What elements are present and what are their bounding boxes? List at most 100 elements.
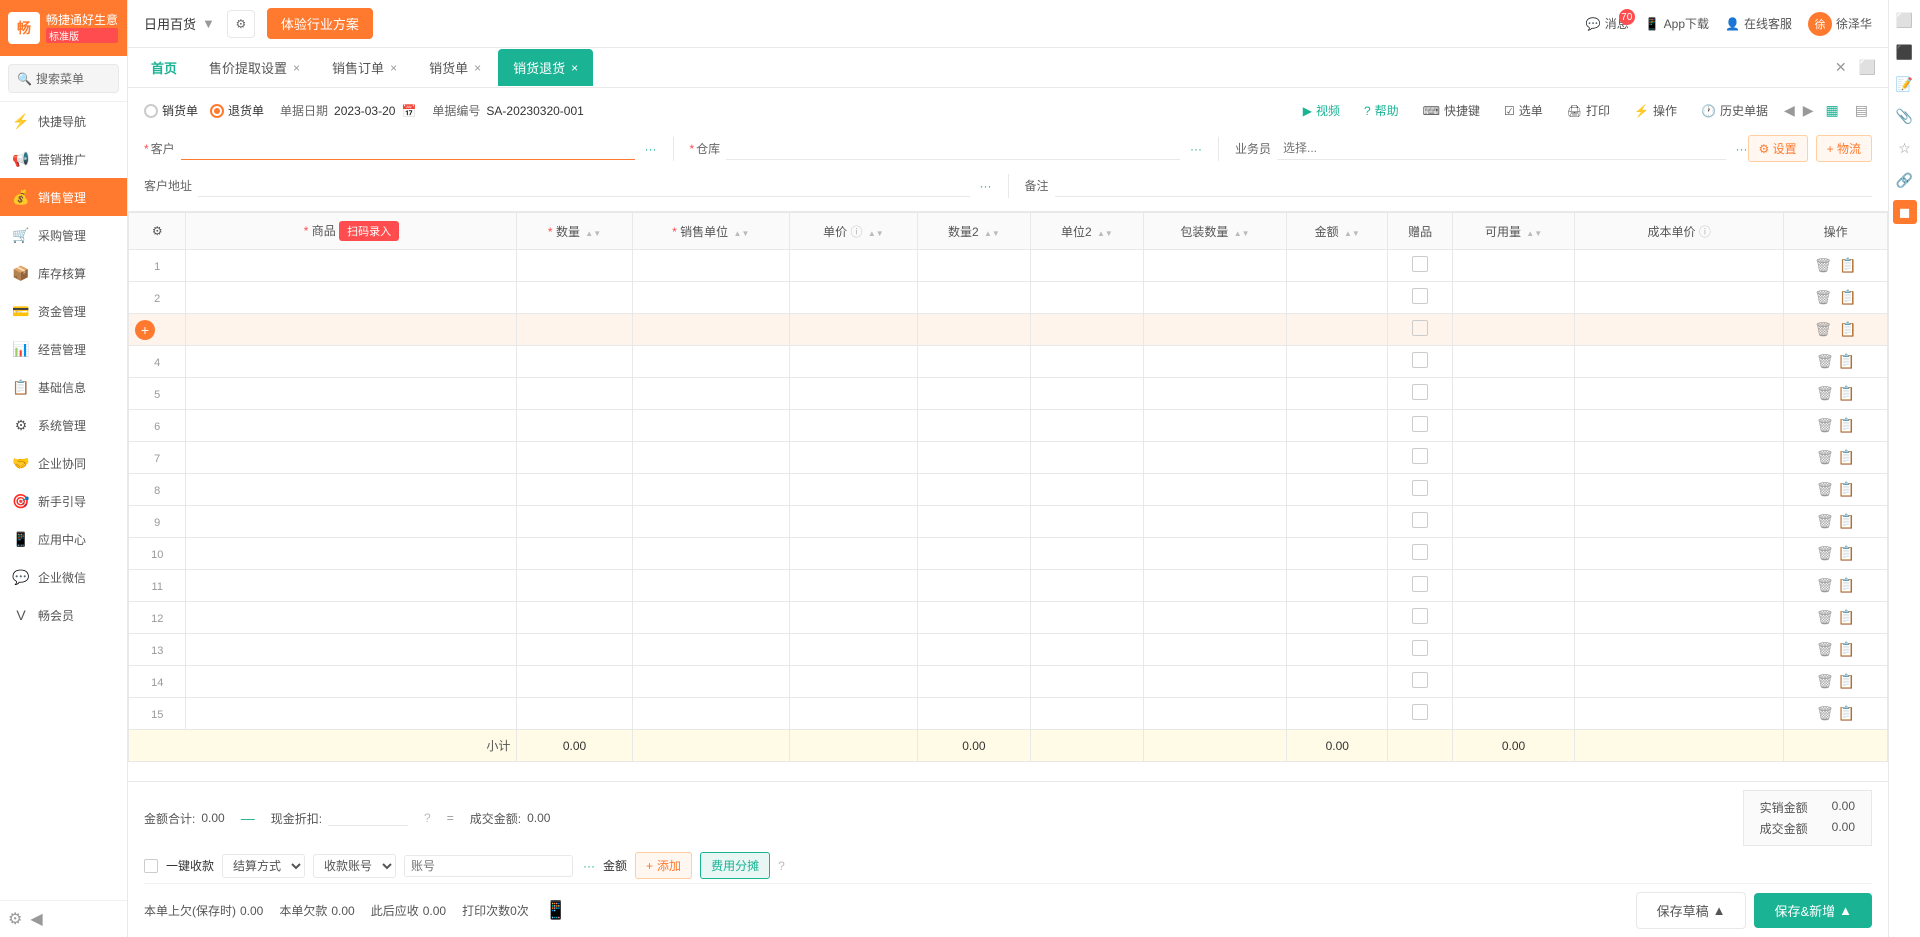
price-sort-icon[interactable]: ▲▼	[868, 229, 884, 238]
gift-checkbox[interactable]	[1412, 448, 1428, 464]
gift-checkbox[interactable]	[1412, 544, 1428, 560]
amount-sort-icon[interactable]: ▲▼	[1344, 229, 1360, 238]
unit-price-info-icon[interactable]: ⓘ	[850, 225, 862, 239]
copy-row-icon[interactable]: 📋	[1838, 673, 1855, 689]
copy-row-icon[interactable]: 📋	[1838, 385, 1855, 401]
add-payment-button[interactable]: + 添加	[635, 852, 692, 879]
settings-bottom-icon[interactable]: ⚙	[8, 909, 22, 929]
tab-close-icon[interactable]: ×	[390, 61, 397, 75]
prev-history-button[interactable]: ◀	[1784, 102, 1795, 119]
sidebar-item-shortcut[interactable]: ⚡ 快捷导航	[0, 102, 127, 140]
th-settings[interactable]: ⚙	[129, 213, 186, 250]
delete-row-icon[interactable]: 🗑	[1816, 673, 1834, 689]
right-panel-expand[interactable]: ⬜	[1893, 8, 1917, 32]
copy-row-icon[interactable]: 📋	[1838, 545, 1855, 561]
settings-button[interactable]: ⚙ 设置	[1748, 135, 1808, 162]
tab-sales-return[interactable]: 销货退货 ×	[498, 49, 593, 86]
save-new-button[interactable]: 保存&新增 ▲	[1754, 893, 1872, 928]
delete-row-icon[interactable]: 🗑	[1814, 257, 1832, 273]
sidebar-item-inventory[interactable]: 📦 库存核算	[0, 254, 127, 292]
gift-checkbox[interactable]	[1412, 256, 1428, 272]
product-input-active[interactable]	[192, 322, 510, 337]
sidebar-item-basic[interactable]: 📋 基础信息	[0, 368, 127, 406]
address-input[interactable]	[198, 174, 969, 197]
copy-row-icon[interactable]: 📋	[1838, 609, 1855, 625]
logistics-button[interactable]: + 物流	[1816, 135, 1872, 162]
cost-info-icon[interactable]: ⓘ	[1699, 225, 1711, 239]
right-panel-star[interactable]: ☆	[1893, 136, 1917, 160]
copy-row-icon[interactable]: 📋	[1838, 705, 1855, 721]
delete-row-icon[interactable]: 🗑	[1816, 609, 1834, 625]
delete-row-icon[interactable]: 🗑	[1816, 705, 1834, 721]
search-menu-button[interactable]: 🔍 搜索菜单	[8, 64, 119, 93]
gift-checkbox[interactable]	[1412, 704, 1428, 720]
gift-checkbox[interactable]	[1412, 640, 1428, 656]
delete-row-icon[interactable]: 🗑	[1814, 289, 1832, 305]
sidebar-item-sales[interactable]: 💰 销售管理	[0, 178, 127, 216]
online-service-button[interactable]: 👤 在线客服	[1725, 15, 1792, 32]
pack-sort-icon[interactable]: ▲▼	[1234, 229, 1250, 238]
help-discount-icon[interactable]: ?	[424, 811, 431, 825]
settlement-select[interactable]: 结算方式	[222, 854, 305, 878]
shortcut-action-button[interactable]: ⌨ 快捷键	[1415, 98, 1488, 123]
gift-checkbox[interactable]	[1412, 384, 1428, 400]
close-all-tab-button[interactable]: ✕	[1831, 57, 1851, 78]
qty-sort-icon[interactable]: ▲▼	[585, 229, 601, 238]
delete-row-icon[interactable]: 🗑	[1816, 449, 1834, 465]
copy-row-icon[interactable]: 📋	[1838, 353, 1855, 369]
account-input[interactable]	[404, 855, 573, 877]
tab-close-icon[interactable]: ×	[474, 61, 481, 75]
delete-row-icon[interactable]: 🗑	[1816, 481, 1834, 497]
discount-input[interactable]	[328, 811, 408, 826]
gift-checkbox[interactable]	[1412, 480, 1428, 496]
address-picker-button[interactable]: ···	[980, 179, 992, 193]
copy-row-icon[interactable]: 📋	[1838, 417, 1855, 433]
sidebar-item-operations[interactable]: 📊 经营管理	[0, 330, 127, 368]
delete-row-icon[interactable]: 🗑	[1816, 577, 1834, 593]
radio-return[interactable]: 退货单	[210, 102, 264, 119]
right-panel-note[interactable]: 📝	[1893, 72, 1917, 96]
tab-sales-delivery[interactable]: 销货单 ×	[414, 49, 496, 86]
tab-close-icon[interactable]: ×	[293, 61, 300, 75]
right-panel-collapse[interactable]: ⬛	[1893, 40, 1917, 64]
delete-row-icon[interactable]: 🗑	[1816, 417, 1834, 433]
gift-checkbox[interactable]	[1412, 608, 1428, 624]
sidebar-item-system[interactable]: ⚙ 系统管理	[0, 406, 127, 444]
fee-split-button[interactable]: 费用分摊	[700, 852, 770, 879]
add-row-button[interactable]: +	[135, 320, 155, 340]
gift-checkbox[interactable]	[1412, 320, 1428, 336]
select-action-button[interactable]: ☑ 选单	[1496, 98, 1551, 123]
scan-button[interactable]: 扫码录入	[339, 221, 399, 241]
history-action-button[interactable]: 🕐 历史单据	[1693, 98, 1776, 123]
gift-checkbox[interactable]	[1412, 512, 1428, 528]
gift-checkbox[interactable]	[1412, 672, 1428, 688]
radio-sale[interactable]: 销货单	[144, 102, 198, 119]
help-action-button[interactable]: ? 帮助	[1356, 98, 1407, 123]
copy-row-icon[interactable]: 📋	[1838, 449, 1855, 465]
right-panel-action[interactable]: ◼	[1893, 200, 1917, 224]
daily-selector[interactable]: 日用百货 ▼	[144, 14, 215, 33]
warehouse-picker-button[interactable]: ···	[1190, 142, 1202, 156]
right-panel-attach[interactable]: 📎	[1893, 104, 1917, 128]
gift-checkbox[interactable]	[1412, 352, 1428, 368]
sales-unit-sort-icon[interactable]: ▲▼	[734, 229, 750, 238]
tab-home[interactable]: 首页	[136, 49, 192, 86]
list-view-button[interactable]: ▤	[1851, 100, 1872, 121]
save-draft-button[interactable]: 保存草稿 ▲	[1636, 892, 1747, 929]
customer-picker-button[interactable]: ···	[645, 142, 657, 156]
account-select[interactable]: 收款账号	[313, 854, 396, 878]
remark-input[interactable]	[1055, 174, 1872, 197]
app-download-button[interactable]: 📱 App下载	[1645, 15, 1709, 32]
sidebar-item-finance[interactable]: 💳 资金管理	[0, 292, 127, 330]
video-action-button[interactable]: ▶ 视频	[1295, 98, 1348, 123]
sidebar-item-marketing[interactable]: 📢 营销推广	[0, 140, 127, 178]
operate-action-button[interactable]: ⚡ 操作	[1626, 98, 1685, 123]
tab-close-icon[interactable]: ×	[571, 61, 578, 75]
gift-checkbox[interactable]	[1412, 288, 1428, 304]
gift-checkbox[interactable]	[1412, 576, 1428, 592]
copy-row-icon[interactable]: 📋	[1839, 321, 1856, 337]
calendar-icon[interactable]: 📅	[401, 104, 416, 118]
unit2-sort-icon[interactable]: ▲▼	[1097, 229, 1113, 238]
grid-view-button[interactable]: ▦	[1822, 100, 1843, 121]
salesman-input[interactable]	[1277, 137, 1725, 160]
